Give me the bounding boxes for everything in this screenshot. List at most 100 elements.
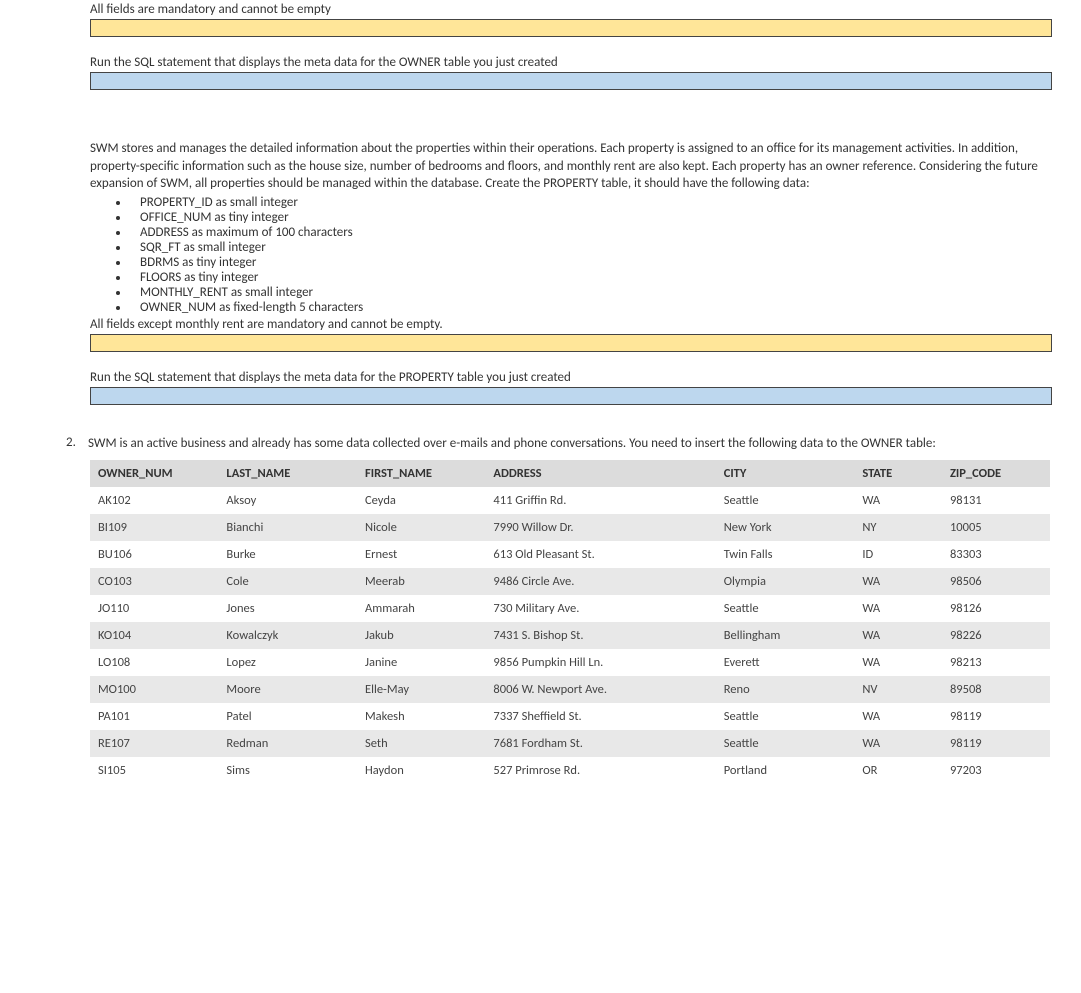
- table-cell: CO103: [90, 568, 218, 595]
- question-2-number: 2.: [66, 435, 88, 455]
- answer-bar-owner-create[interactable]: [90, 19, 1052, 37]
- table-cell: 411 Griffin Rd.: [485, 487, 715, 514]
- owner-th-owner-num: OWNER_NUM: [90, 460, 218, 487]
- table-cell: PA101: [90, 703, 218, 730]
- table-cell: WA: [854, 730, 942, 757]
- table-cell: Seth: [357, 730, 485, 757]
- table-cell: 97203: [942, 757, 1050, 784]
- table-cell: Redman: [218, 730, 357, 757]
- table-cell: 89508: [942, 676, 1050, 703]
- table-cell: Ernest: [357, 541, 485, 568]
- table-cell: WA: [854, 568, 942, 595]
- table-cell: Haydon: [357, 757, 485, 784]
- table-cell: RE107: [90, 730, 218, 757]
- table-cell: 7990 Willow Dr.: [485, 514, 715, 541]
- table-cell: New York: [716, 514, 855, 541]
- table-cell: 8006 W. Newport Ave.: [485, 676, 715, 703]
- table-cell: KO104: [90, 622, 218, 649]
- table-cell: Makesh: [357, 703, 485, 730]
- table-cell: 98119: [942, 703, 1050, 730]
- table-cell: 9486 Circle Ave.: [485, 568, 715, 595]
- table-cell: MO100: [90, 676, 218, 703]
- table-cell: Portland: [716, 757, 855, 784]
- table-cell: 9856 Pumpkin Hill Ln.: [485, 649, 715, 676]
- question-2: 2. SWM is an active business and already…: [90, 435, 1060, 455]
- table-row: LO108LopezJanine9856 Pumpkin Hill Ln.Eve…: [90, 649, 1050, 676]
- table-cell: Bellingham: [716, 622, 855, 649]
- table-row: CO103ColeMeerab9486 Circle Ave.OlympiaWA…: [90, 568, 1050, 595]
- table-cell: AK102: [90, 487, 218, 514]
- table-cell: 98226: [942, 622, 1050, 649]
- table-cell: WA: [854, 622, 942, 649]
- table-row: AK102AksoyCeyda411 Griffin Rd.SeattleWA9…: [90, 487, 1050, 514]
- list-item: BDRMS as tiny integer: [130, 255, 1060, 270]
- table-row: PA101PatelMakesh7337 Sheffield St.Seattl…: [90, 703, 1050, 730]
- list-item: SQR_FT as small integer: [130, 240, 1060, 255]
- table-cell: 98213: [942, 649, 1050, 676]
- owner-table-header-row: OWNER_NUM LAST_NAME FIRST_NAME ADDRESS C…: [90, 460, 1050, 487]
- table-cell: SI105: [90, 757, 218, 784]
- table-cell: BI109: [90, 514, 218, 541]
- table-cell: JO110: [90, 595, 218, 622]
- table-cell: Seattle: [716, 703, 855, 730]
- table-cell: ID: [854, 541, 942, 568]
- run-meta-property-instruction: Run the SQL statement that displays the …: [90, 370, 1060, 385]
- table-cell: 730 Military Ave.: [485, 595, 715, 622]
- table-cell: LO108: [90, 649, 218, 676]
- owner-th-first-name: FIRST_NAME: [357, 460, 485, 487]
- table-cell: Ceyda: [357, 487, 485, 514]
- table-cell: Aksoy: [218, 487, 357, 514]
- table-row: RE107RedmanSeth7681 Fordham St.SeattleWA…: [90, 730, 1050, 757]
- property-paragraph: SWM stores and manages the detailed info…: [90, 140, 1050, 193]
- table-cell: 10005: [942, 514, 1050, 541]
- table-cell: Sims: [218, 757, 357, 784]
- table-row: SI105SimsHaydon527 Primrose Rd.PortlandO…: [90, 757, 1050, 784]
- table-cell: Seattle: [716, 730, 855, 757]
- table-cell: Burke: [218, 541, 357, 568]
- list-item: MONTHLY_RENT as small integer: [130, 285, 1060, 300]
- answer-bar-owner-meta[interactable]: [90, 72, 1052, 90]
- list-item: FLOORS as tiny integer: [130, 270, 1060, 285]
- table-cell: Olympia: [716, 568, 855, 595]
- run-meta-owner-instruction: Run the SQL statement that displays the …: [90, 55, 1060, 70]
- answer-bar-property-create[interactable]: [90, 334, 1052, 352]
- table-cell: Everett: [716, 649, 855, 676]
- table-cell: Jones: [218, 595, 357, 622]
- table-cell: Reno: [716, 676, 855, 703]
- property-field-list: PROPERTY_ID as small integer OFFICE_NUM …: [130, 195, 1060, 315]
- table-cell: Elle-May: [357, 676, 485, 703]
- table-cell: Nicole: [357, 514, 485, 541]
- list-item: PROPERTY_ID as small integer: [130, 195, 1060, 210]
- table-cell: OR: [854, 757, 942, 784]
- table-row: BU106BurkeErnest613 Old Pleasant St.Twin…: [90, 541, 1050, 568]
- table-cell: Seattle: [716, 487, 855, 514]
- table-cell: Seattle: [716, 595, 855, 622]
- table-cell: 83303: [942, 541, 1050, 568]
- table-cell: WA: [854, 487, 942, 514]
- list-item: OWNER_NUM as fixed-length 5 characters: [130, 300, 1060, 315]
- owner-th-last-name: LAST_NAME: [218, 460, 357, 487]
- owner-mandatory-note: All fields are mandatory and cannot be e…: [90, 2, 1060, 17]
- table-cell: Kowalczyk: [218, 622, 357, 649]
- table-cell: 98126: [942, 595, 1050, 622]
- table-cell: 613 Old Pleasant St.: [485, 541, 715, 568]
- table-cell: 7431 S. Bishop St.: [485, 622, 715, 649]
- table-cell: Patel: [218, 703, 357, 730]
- table-cell: Moore: [218, 676, 357, 703]
- table-cell: WA: [854, 649, 942, 676]
- list-item: OFFICE_NUM as tiny integer: [130, 210, 1060, 225]
- table-cell: 98119: [942, 730, 1050, 757]
- table-row: KO104KowalczykJakub7431 S. Bishop St.Bel…: [90, 622, 1050, 649]
- property-mandatory-note: All fields except monthly rent are manda…: [90, 317, 1060, 332]
- table-cell: NY: [854, 514, 942, 541]
- answer-bar-property-meta[interactable]: [90, 387, 1052, 405]
- owner-th-address: ADDRESS: [485, 460, 715, 487]
- owner-table: OWNER_NUM LAST_NAME FIRST_NAME ADDRESS C…: [90, 460, 1050, 784]
- table-cell: WA: [854, 595, 942, 622]
- table-cell: Meerab: [357, 568, 485, 595]
- table-cell: 98131: [942, 487, 1050, 514]
- table-row: MO100MooreElle-May8006 W. Newport Ave.Re…: [90, 676, 1050, 703]
- table-cell: 7337 Sheffield St.: [485, 703, 715, 730]
- table-cell: Jakub: [357, 622, 485, 649]
- table-cell: 98506: [942, 568, 1050, 595]
